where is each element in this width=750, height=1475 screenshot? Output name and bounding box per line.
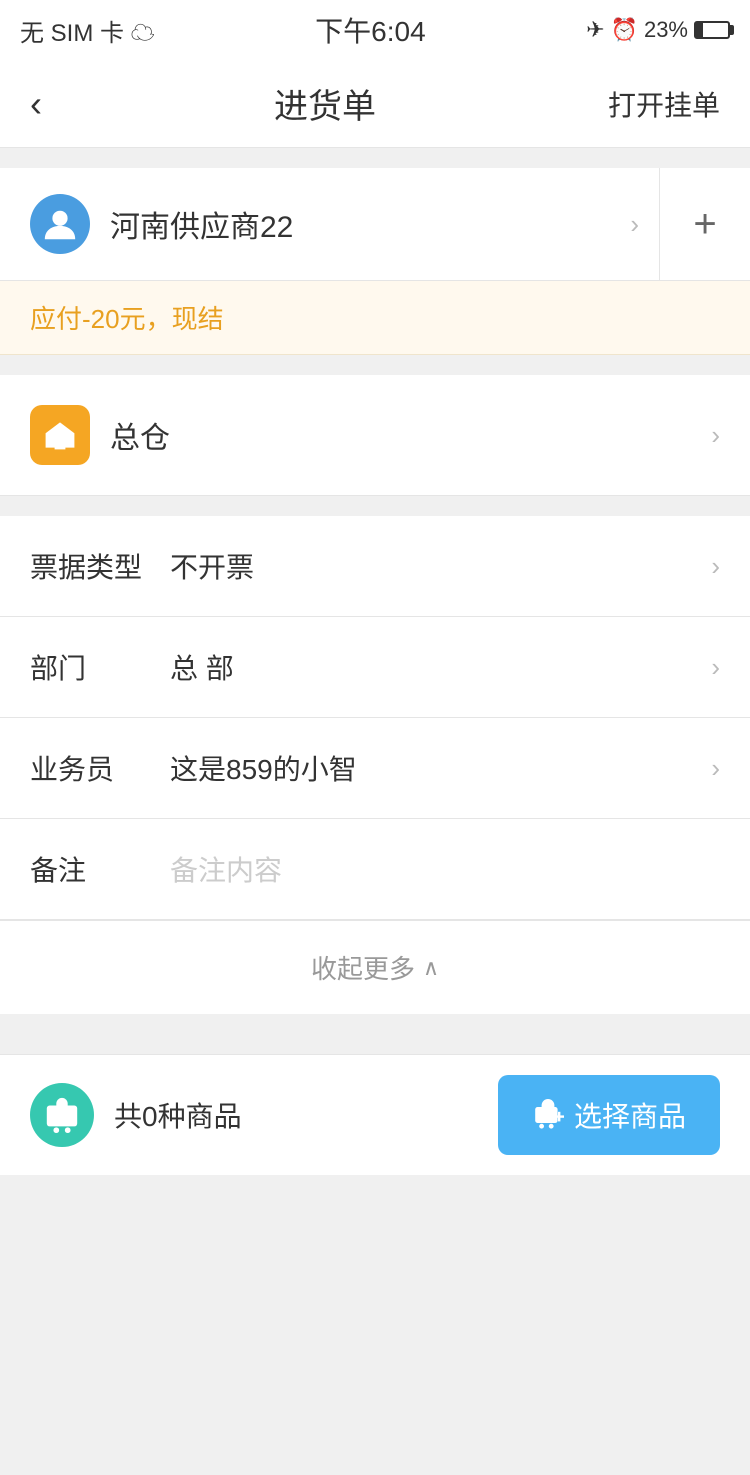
- chevron-up-icon: ∧: [423, 955, 439, 981]
- cart-icon: [43, 1096, 81, 1134]
- chevron-right-icon: ›: [711, 551, 720, 582]
- select-goods-label: 选择商品: [574, 1095, 686, 1135]
- product-icon-wrap: [30, 1083, 94, 1147]
- department-label: 部门: [30, 647, 170, 687]
- bottom-bar: 共0种商品 选择商品: [0, 1054, 750, 1175]
- status-time: 下午6:04: [315, 10, 426, 50]
- person-icon: [41, 205, 79, 243]
- product-count-label: 共0种商品: [114, 1095, 498, 1135]
- notice-banner: 应付-20元，现结: [0, 281, 750, 355]
- department-value: 总 部: [170, 647, 701, 687]
- warehouse-icon-wrap: [30, 405, 90, 465]
- form-rows: 票据类型 不开票 › 部门 总 部 › 业务员 这是859的小智 › 备注 备注…: [0, 516, 750, 920]
- department-row[interactable]: 部门 总 部 ›: [0, 617, 750, 718]
- collapse-button[interactable]: 收起更多 ∧: [0, 920, 750, 1014]
- page-title: 进货单: [274, 79, 376, 128]
- supplier-section: 河南供应商22 › +: [0, 168, 750, 281]
- section-divider-3: [0, 496, 750, 516]
- warehouse-label: 总仓: [110, 413, 711, 457]
- chevron-right-icon: ›: [711, 420, 720, 451]
- section-divider-4: [0, 1014, 750, 1034]
- salesperson-value: 这是859的小智: [170, 748, 701, 788]
- alarm-icon: ⏰: [611, 17, 638, 43]
- warehouse-icon: [42, 417, 78, 453]
- status-right: ✈ ⏰ 23%: [586, 17, 730, 43]
- add-cart-icon: [532, 1099, 564, 1131]
- invoice-type-value: 不开票: [170, 546, 701, 586]
- page-background: [0, 1175, 750, 1475]
- status-bar: 无 SIM 卡 ☁ 下午6:04 ✈ ⏰ 23%: [0, 0, 750, 60]
- battery-icon: ✈: [586, 17, 604, 43]
- select-goods-button[interactable]: 选择商品: [498, 1075, 720, 1155]
- invoice-type-row[interactable]: 票据类型 不开票 ›: [0, 516, 750, 617]
- salesperson-row[interactable]: 业务员 这是859的小智 ›: [0, 718, 750, 819]
- supplier-row[interactable]: 河南供应商22 ›: [0, 168, 660, 280]
- chevron-right-icon: ›: [711, 652, 720, 683]
- open-hangup-button[interactable]: 打开挂单: [608, 84, 720, 124]
- battery-bar: [694, 21, 730, 39]
- battery-text: 23%: [644, 17, 688, 43]
- salesperson-label: 业务员: [30, 748, 170, 788]
- warehouse-row[interactable]: 总仓 ›: [0, 375, 750, 496]
- section-divider-2: [0, 355, 750, 375]
- supplier-name: 河南供应商22: [110, 202, 630, 246]
- nav-bar: ‹ 进货单 打开挂单: [0, 60, 750, 148]
- supplier-avatar: [30, 194, 90, 254]
- status-left: 无 SIM 卡 ☁: [20, 13, 155, 48]
- remark-label: 备注: [30, 849, 170, 889]
- section-divider-1: [0, 148, 750, 168]
- collapse-label: 收起更多: [311, 949, 415, 986]
- chevron-right-icon: ›: [630, 209, 639, 240]
- signal-text: 无 SIM 卡 ☁: [20, 13, 155, 48]
- invoice-type-label: 票据类型: [30, 546, 170, 586]
- chevron-right-icon: ›: [711, 753, 720, 784]
- add-supplier-button[interactable]: +: [660, 168, 750, 280]
- back-button[interactable]: ‹: [30, 83, 42, 125]
- remark-row[interactable]: 备注 备注内容: [0, 819, 750, 920]
- remark-placeholder: 备注内容: [170, 849, 720, 889]
